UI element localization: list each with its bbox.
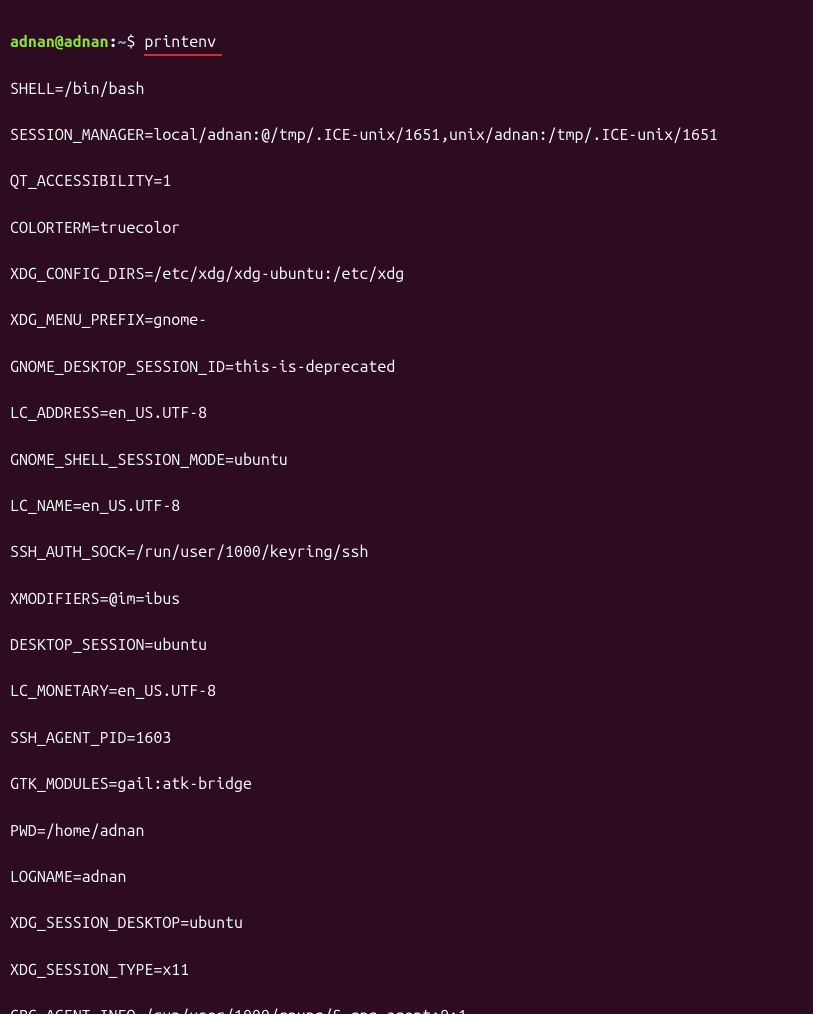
terminal-window[interactable]: adnan@adnan:~$ printenv SHELL=/bin/bash …: [10, 8, 803, 1014]
output-line: SSH_AUTH_SOCK=/run/user/1000/keyring/ssh: [10, 541, 803, 564]
prompt-dollar: $: [127, 33, 145, 51]
output-line: LC_ADDRESS=en_US.UTF-8: [10, 402, 803, 425]
output-line: GTK_MODULES=gail:atk-bridge: [10, 773, 803, 796]
output-line: DESKTOP_SESSION=ubuntu: [10, 634, 803, 657]
output-line: GNOME_DESKTOP_SESSION_ID=this-is-depreca…: [10, 356, 803, 379]
output-line: PWD=/home/adnan: [10, 820, 803, 843]
output-line: SESSION_MANAGER=local/adnan:@/tmp/.ICE-u…: [10, 124, 803, 147]
output-line: SHELL=/bin/bash: [10, 78, 803, 101]
prompt-colon: :: [109, 33, 118, 51]
output-line: XDG_SESSION_TYPE=x11: [10, 959, 803, 982]
output-line: COLORTERM=truecolor: [10, 217, 803, 240]
output-line: XDG_MENU_PREFIX=gnome-: [10, 309, 803, 332]
output-line: GPG_AGENT_INFO=/run/user/1000/gnupg/S.gp…: [10, 1005, 803, 1014]
output-line: XDG_CONFIG_DIRS=/etc/xdg/xdg-ubuntu:/etc…: [10, 263, 803, 286]
output-line: XMODIFIERS=@im=ibus: [10, 588, 803, 611]
command-value: printenv: [144, 33, 216, 51]
output-line: LOGNAME=adnan: [10, 866, 803, 889]
output-line: XDG_SESSION_DESKTOP=ubuntu: [10, 912, 803, 935]
output-line: LC_MONETARY=en_US.UTF-8: [10, 680, 803, 703]
output-line: GNOME_SHELL_SESSION_MODE=ubuntu: [10, 449, 803, 472]
prompt-path: ~: [118, 33, 127, 51]
output-line: QT_ACCESSIBILITY=1: [10, 170, 803, 193]
prompt-user-host: adnan@adnan: [10, 33, 109, 51]
command-text: printenv: [144, 31, 216, 54]
command-underline: [144, 54, 222, 56]
prompt-line: adnan@adnan:~$ printenv: [10, 31, 803, 54]
output-line: SSH_AGENT_PID=1603: [10, 727, 803, 750]
